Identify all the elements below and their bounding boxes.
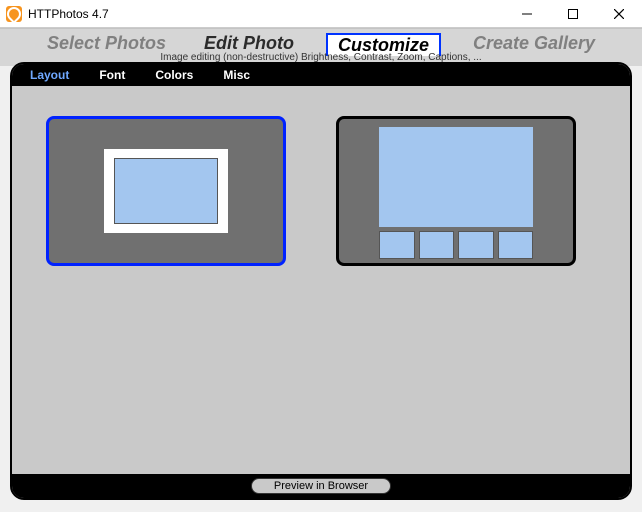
customize-panel: Layout Font Colors Misc Preview in Brows… <box>10 62 632 500</box>
layout-preview-image <box>114 158 218 224</box>
window-title: HTTPhotos 4.7 <box>28 7 109 21</box>
tab-select-photos[interactable]: Select Photos <box>41 33 172 54</box>
layout-preview-frame <box>104 149 228 233</box>
layout-option-single[interactable] <box>46 116 286 266</box>
layout-preview-strip <box>379 231 533 259</box>
app-icon <box>6 6 22 22</box>
subtab-font[interactable]: Font <box>99 68 125 82</box>
preview-in-browser-button[interactable]: Preview in Browser <box>251 478 391 494</box>
window-controls <box>504 0 642 28</box>
close-button[interactable] <box>596 0 642 28</box>
title-bar: HTTPhotos 4.7 <box>0 0 642 28</box>
layout-preview-thumb <box>498 231 534 259</box>
layout-preview-thumb <box>379 231 415 259</box>
layout-options <box>12 86 630 474</box>
tab-create-gallery[interactable]: Create Gallery <box>467 33 601 54</box>
subtab-layout[interactable]: Layout <box>30 68 69 82</box>
tab-edit-photo[interactable]: Edit Photo <box>198 33 300 54</box>
layout-preview-thumb <box>419 231 455 259</box>
layout-preview-thumb <box>458 231 494 259</box>
subtab-misc[interactable]: Misc <box>223 68 250 82</box>
panel-footer: Preview in Browser <box>12 474 630 498</box>
minimize-button[interactable] <box>504 0 550 28</box>
maximize-button[interactable] <box>550 0 596 28</box>
layout-preview-main <box>379 127 533 227</box>
sub-tabs: Layout Font Colors Misc <box>12 64 630 86</box>
layout-option-filmstrip[interactable] <box>336 116 576 266</box>
subtab-colors[interactable]: Colors <box>155 68 193 82</box>
